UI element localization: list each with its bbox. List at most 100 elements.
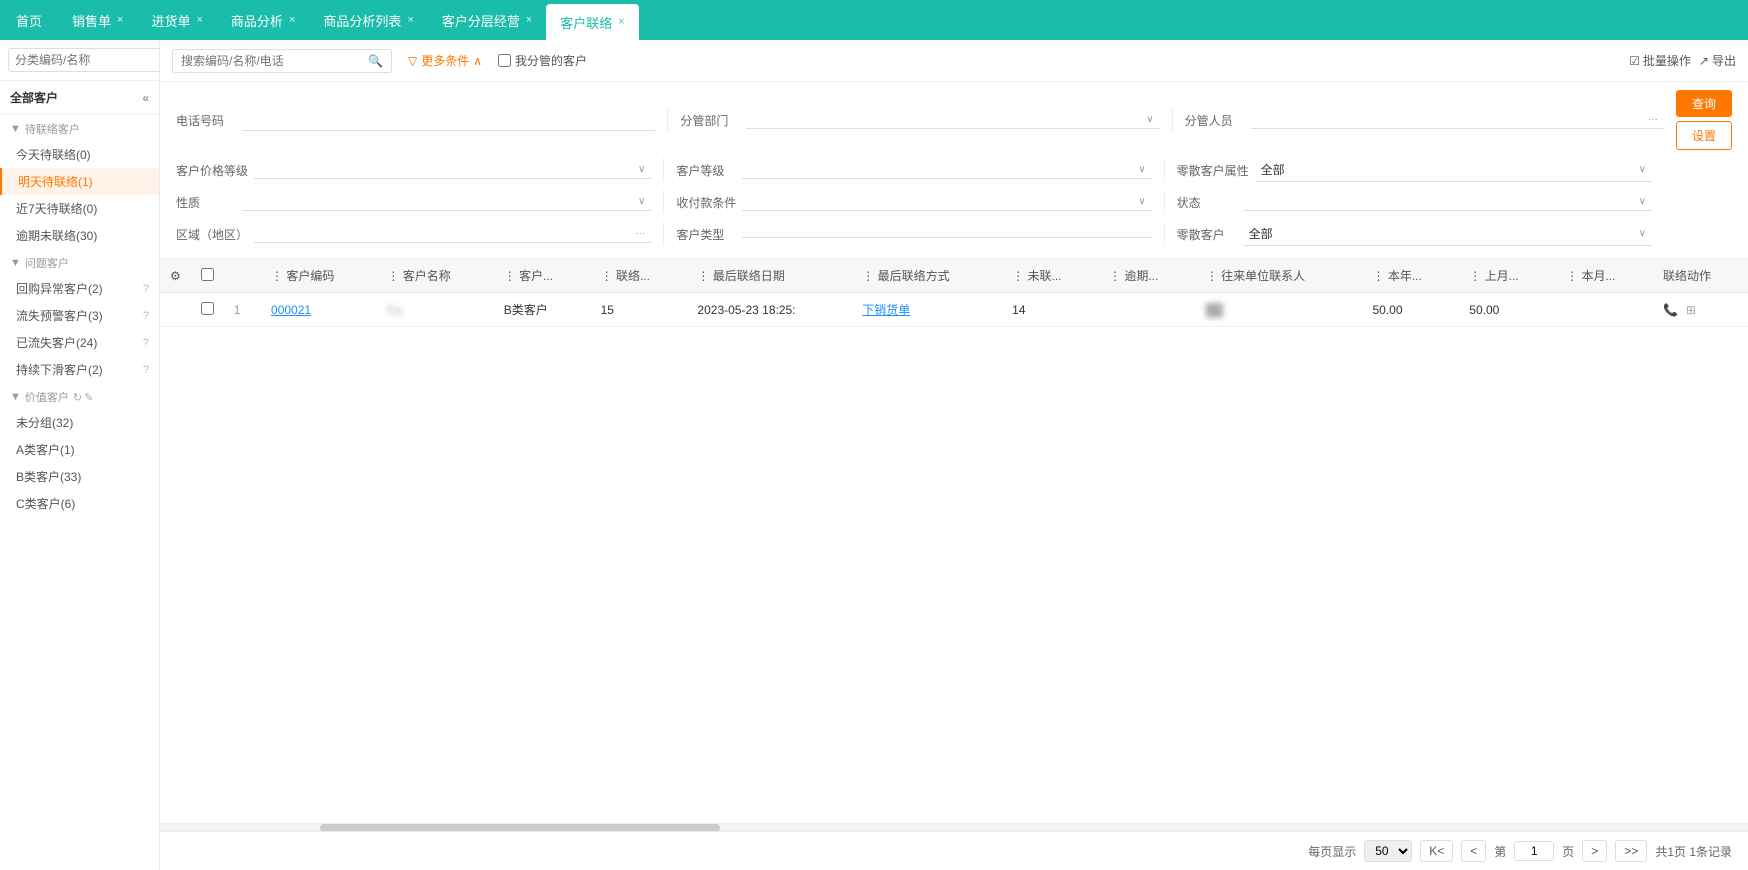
filter-row-1: 电话号码 分管部门 ∨ 分管人员 ···: [176, 90, 1732, 150]
retail-customer-select[interactable]: 全部 ∨: [1243, 222, 1652, 246]
page-suffix: 页: [1562, 843, 1574, 860]
gender-select[interactable]: ∨: [242, 193, 651, 211]
sidebar-item-ungroup[interactable]: 未分组(32): [0, 409, 159, 436]
check-square-icon: ☑: [1629, 54, 1640, 68]
col-this-year[interactable]: ⋮ 本年...: [1362, 259, 1459, 293]
col-overdue[interactable]: ⋮ 逾期...: [1099, 259, 1196, 293]
grid-action-icon[interactable]: ⊞: [1686, 303, 1696, 317]
sidebar-item-declining[interactable]: 持续下滑客户(2) ?: [0, 356, 159, 383]
filter-cell-region: 区域（地区） ···: [176, 225, 651, 243]
col-settings[interactable]: ⚙: [160, 259, 191, 293]
col-code[interactable]: ⋮ 客户编码: [261, 259, 377, 293]
close-tab-product-analysis-icon[interactable]: ×: [289, 14, 295, 26]
next-page-btn[interactable]: >: [1582, 840, 1607, 862]
page-number-input[interactable]: [1514, 841, 1554, 861]
horizontal-scrollbar[interactable]: [160, 823, 1748, 831]
filter-cell-gender: 性质 ∨: [176, 193, 651, 211]
phone-action-icon[interactable]: 📞: [1663, 303, 1678, 317]
chevron-down-icon-price: ∨: [638, 164, 645, 175]
sidebar-item-overdue[interactable]: 逾期未联络(30): [0, 222, 159, 249]
setting-button[interactable]: 设置: [1676, 121, 1732, 150]
col-last-month[interactable]: ⋮ 上月...: [1459, 259, 1556, 293]
region-select[interactable]: ···: [254, 225, 651, 243]
nav-home[interactable]: 首页: [0, 0, 58, 40]
col-contact[interactable]: ⋮ 联络...: [591, 259, 688, 293]
close-tab-purchase-icon[interactable]: ×: [196, 14, 202, 26]
sidebar-item-class-a[interactable]: A类客户(1): [0, 436, 159, 463]
close-tab-customer-contact-icon[interactable]: ×: [618, 16, 624, 28]
help-icon-3[interactable]: ?: [143, 364, 149, 376]
customer-table-container: ⚙ ⋮ 客户编码 ⋮ 客户名称 ⋮ 客户...: [160, 259, 1748, 823]
total-records: 共1页 1条记录: [1655, 843, 1732, 860]
more-conditions-btn[interactable]: ▽ 更多条件 ∧: [400, 48, 490, 73]
nav-tab-sales[interactable]: 销售单 ×: [58, 0, 137, 40]
retail-attr-select[interactable]: 全部 ∨: [1255, 158, 1652, 182]
sidebar-item-churned[interactable]: 已流失客户(24) ?: [0, 329, 159, 356]
col-type[interactable]: ⋮ 客户...: [494, 259, 591, 293]
sidebar-item-class-b[interactable]: B类客户(33): [0, 463, 159, 490]
help-icon-2[interactable]: ?: [143, 337, 149, 349]
nav-tab-customer-contact[interactable]: 客户联络 ×: [546, 4, 638, 40]
nav-tab-customer-mgmt[interactable]: 客户分层经营 ×: [428, 0, 546, 40]
edit-icon[interactable]: ✎: [84, 391, 93, 404]
filter-search-icon[interactable]: 🔍: [368, 54, 383, 68]
col-last-method[interactable]: ⋮ 最后联络方式: [852, 259, 1002, 293]
row-checkbox-cell[interactable]: [191, 293, 224, 327]
status-select[interactable]: ∨: [1243, 193, 1652, 211]
row-checkbox[interactable]: [201, 302, 214, 315]
filter-cell-customer-type: 客户类型: [676, 226, 1151, 243]
row-this-month-cell: [1556, 293, 1653, 327]
page-size-select[interactable]: 50: [1364, 840, 1412, 862]
nav-tab-purchase[interactable]: 进货单 ×: [137, 0, 216, 40]
my-customers-check[interactable]: 我分管的客户: [498, 52, 587, 69]
sidebar-item-tomorrow-pending[interactable]: 明天待联络(1): [0, 168, 159, 195]
dept-select[interactable]: ∨: [746, 111, 1159, 129]
row-type-cell: B类客户: [494, 293, 591, 327]
close-tab-product-list-icon[interactable]: ×: [407, 14, 413, 26]
sidebar-search-input[interactable]: [8, 48, 160, 72]
customer-level-select[interactable]: ∨: [742, 161, 1151, 179]
col-name[interactable]: ⋮ 客户名称: [377, 259, 493, 293]
row-contact-cell: 15: [591, 293, 688, 327]
prev-page-btn[interactable]: <: [1461, 840, 1486, 862]
first-page-btn[interactable]: K<: [1420, 840, 1453, 862]
triangle-down-icon-3: ▼: [10, 391, 21, 403]
my-customers-checkbox[interactable]: [498, 54, 511, 67]
sidebar-item-today-pending[interactable]: 今天待联络(0): [0, 141, 159, 168]
nav-tab-product-list[interactable]: 商品分析列表 ×: [309, 0, 427, 40]
help-icon-0[interactable]: ?: [143, 283, 149, 295]
sidebar-item-churn-warning[interactable]: 流失预警客户(3) ?: [0, 302, 159, 329]
sidebar-item-repurchase-abnormal[interactable]: 回购异常客户(2) ?: [0, 275, 159, 302]
phone-input[interactable]: [242, 110, 655, 131]
col-not-contacted[interactable]: ⋮ 未联...: [1002, 259, 1099, 293]
help-icon-1[interactable]: ?: [143, 310, 149, 322]
col-last-date[interactable]: ⋮ 最后联络日期: [687, 259, 852, 293]
row-last-method-cell[interactable]: 下销货单: [852, 293, 1002, 327]
col-this-month[interactable]: ⋮ 本月...: [1556, 259, 1653, 293]
price-level-select[interactable]: ∨: [254, 161, 651, 179]
row-no-cell: 1: [224, 293, 261, 327]
manager-select[interactable]: ···: [1251, 111, 1664, 129]
payment-select[interactable]: ∨: [742, 193, 1151, 211]
sidebar: 🔍 全部客户 « ▼ 待联络客户 今天待联络(0) 明天待联络(1) 近7天待联…: [0, 40, 160, 870]
col-unit-contact[interactable]: ⋮ 往来单位联系人: [1196, 259, 1363, 293]
query-button[interactable]: 查询: [1676, 90, 1732, 117]
nav-tab-product-analysis[interactable]: 商品分析 ×: [217, 0, 309, 40]
filter-search-input[interactable]: [181, 54, 368, 68]
last-page-btn[interactable]: >>: [1615, 840, 1647, 862]
select-all-checkbox[interactable]: [201, 268, 214, 281]
refresh-icon[interactable]: ↻: [73, 391, 82, 404]
page-size-label: 每页显示: [1308, 843, 1356, 860]
close-tab-sales-icon[interactable]: ×: [117, 14, 123, 26]
content-area: 🔍 ▽ 更多条件 ∧ 我分管的客户 ☑ 批量操作 ↗ 导出: [160, 40, 1748, 870]
row-settings-cell: [160, 293, 191, 327]
col-checkbox[interactable]: [191, 259, 224, 293]
customer-type-select[interactable]: [742, 231, 1151, 238]
sidebar-item-7days-pending[interactable]: 近7天待联络(0): [0, 195, 159, 222]
close-tab-customer-mgmt-icon[interactable]: ×: [526, 14, 532, 26]
row-code-cell[interactable]: 000021: [261, 293, 377, 327]
sidebar-all-customers[interactable]: 全部客户 «: [0, 81, 159, 115]
export-btn[interactable]: ↗ 导出: [1699, 52, 1736, 69]
batch-operation-btn[interactable]: ☑ 批量操作: [1629, 52, 1691, 69]
sidebar-item-class-c[interactable]: C类客户(6): [0, 490, 159, 517]
